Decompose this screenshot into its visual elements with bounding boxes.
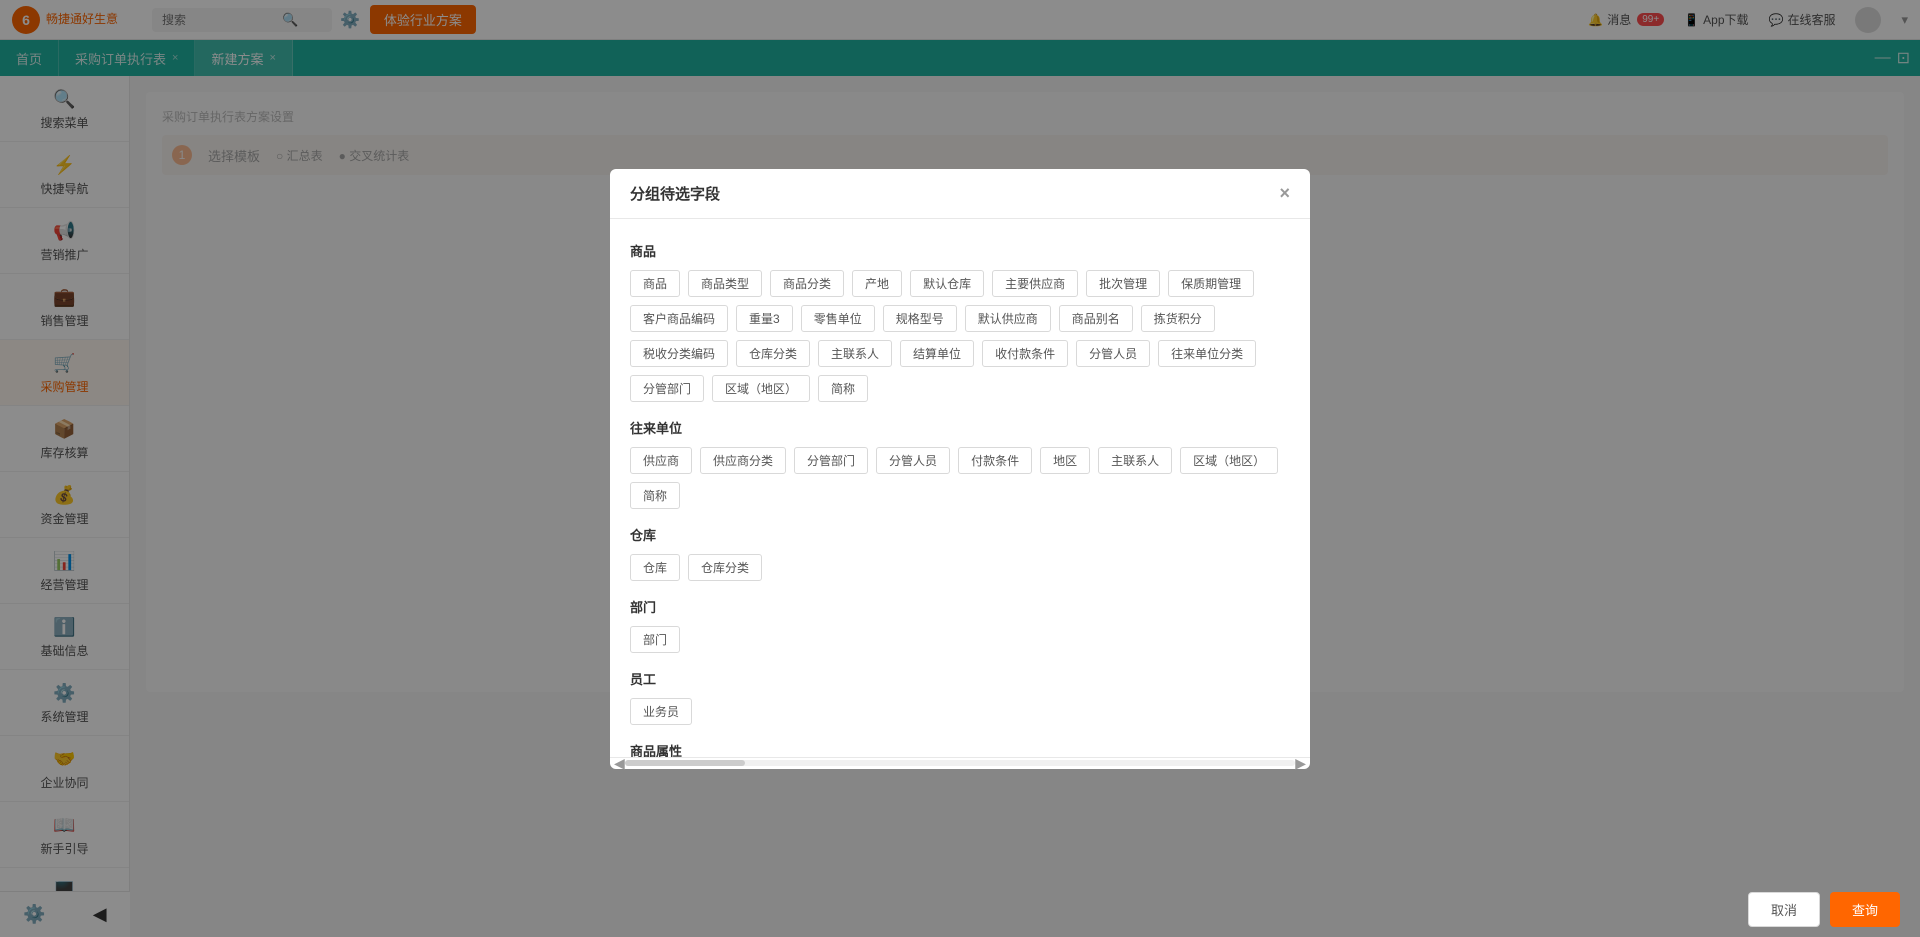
modal-group-fields: 分组待选字段 × 商品 商品 商品类型 商品分类 产地 默认仓库 主要供应商 批… <box>610 169 1310 769</box>
field-tag[interactable]: 区域（地区） <box>712 375 810 402</box>
field-tag[interactable]: 供应商分类 <box>700 447 786 474</box>
field-tag[interactable]: 简称 <box>630 482 680 509</box>
section-title-product: 商品 <box>630 241 1290 260</box>
modal-overlay: 分组待选字段 × 商品 商品 商品类型 商品分类 产地 默认仓库 主要供应商 批… <box>0 0 1920 937</box>
field-tag[interactable]: 仓库分类 <box>688 554 762 581</box>
field-tag[interactable]: 默认仓库 <box>910 270 984 297</box>
confirm-button[interactable]: 查询 <box>1830 892 1900 927</box>
section-title-warehouse: 仓库 <box>630 525 1290 544</box>
field-tag[interactable]: 主联系人 <box>1098 447 1172 474</box>
modal-body[interactable]: 商品 商品 商品类型 商品分类 产地 默认仓库 主要供应商 批次管理 保质期管理… <box>610 219 1310 757</box>
scroll-right-btn[interactable]: ▶ <box>1295 755 1306 772</box>
partner-fields: 供应商 供应商分类 分管部门 分管人员 付款条件 地区 主联系人 区域（地区） … <box>630 447 1290 509</box>
field-tag[interactable]: 主联系人 <box>818 340 892 367</box>
field-tag[interactable]: 重量3 <box>736 305 793 332</box>
warehouse-fields: 仓库 仓库分类 <box>630 554 1290 581</box>
section-title-product-attr: 商品属性 <box>630 741 1290 757</box>
field-tag[interactable]: 批次管理 <box>1086 270 1160 297</box>
cancel-button[interactable]: 取消 <box>1748 892 1820 927</box>
scrollbar-thumb[interactable] <box>625 760 745 766</box>
field-tag[interactable]: 商品分类 <box>770 270 844 297</box>
modal-close-btn[interactable]: × <box>1279 184 1290 202</box>
field-tag[interactable]: 主要供应商 <box>992 270 1078 297</box>
field-tag[interactable]: 商品 <box>630 270 680 297</box>
modal-scrollbar[interactable]: ◀ ▶ <box>610 757 1310 769</box>
bottom-btns: 取消 查询 <box>1728 882 1920 937</box>
field-tag[interactable]: 业务员 <box>630 698 692 725</box>
field-tag[interactable]: 客户商品编码 <box>630 305 728 332</box>
section-title-employee: 员工 <box>630 669 1290 688</box>
field-tag[interactable]: 分管部门 <box>794 447 868 474</box>
field-tag[interactable]: 收付款条件 <box>982 340 1068 367</box>
scroll-left-btn[interactable]: ◀ <box>614 755 625 772</box>
field-tag[interactable]: 零售单位 <box>801 305 875 332</box>
field-tag[interactable]: 结算单位 <box>900 340 974 367</box>
field-tag[interactable]: 付款条件 <box>958 447 1032 474</box>
employee-fields: 业务员 <box>630 698 1290 725</box>
field-tag[interactable]: 仓库 <box>630 554 680 581</box>
section-title-department: 部门 <box>630 597 1290 616</box>
field-tag[interactable]: 保质期管理 <box>1168 270 1254 297</box>
field-tag[interactable]: 分管部门 <box>630 375 704 402</box>
product-fields: 商品 商品类型 商品分类 产地 默认仓库 主要供应商 批次管理 保质期管理 客户… <box>630 270 1290 402</box>
field-tag[interactable]: 商品别名 <box>1059 305 1133 332</box>
field-tag[interactable]: 规格型号 <box>883 305 957 332</box>
scrollbar-track <box>625 760 1295 766</box>
field-tag[interactable]: 默认供应商 <box>965 305 1051 332</box>
field-tag[interactable]: 税收分类编码 <box>630 340 728 367</box>
department-fields: 部门 <box>630 626 1290 653</box>
field-tag[interactable]: 地区 <box>1040 447 1090 474</box>
modal-header: 分组待选字段 × <box>610 169 1310 219</box>
field-tag[interactable]: 分管人员 <box>1076 340 1150 367</box>
field-tag[interactable]: 简称 <box>818 375 868 402</box>
field-tag[interactable]: 供应商 <box>630 447 692 474</box>
field-tag[interactable]: 部门 <box>630 626 680 653</box>
field-tag[interactable]: 商品类型 <box>688 270 762 297</box>
field-tag[interactable]: 往来单位分类 <box>1158 340 1256 367</box>
field-tag[interactable]: 区域（地区） <box>1180 447 1278 474</box>
field-tag[interactable]: 分管人员 <box>876 447 950 474</box>
modal-title: 分组待选字段 <box>630 183 720 204</box>
section-title-partner: 往来单位 <box>630 418 1290 437</box>
field-tag[interactable]: 拣货积分 <box>1141 305 1215 332</box>
field-tag[interactable]: 产地 <box>852 270 902 297</box>
field-tag[interactable]: 仓库分类 <box>736 340 810 367</box>
